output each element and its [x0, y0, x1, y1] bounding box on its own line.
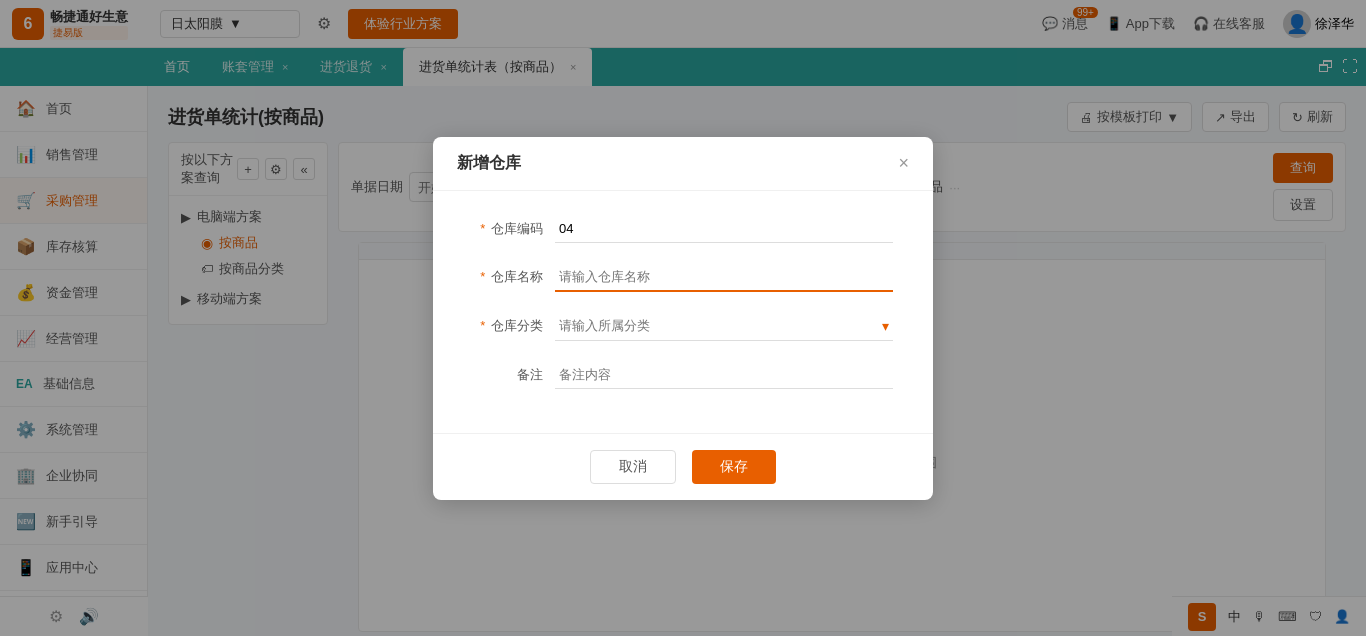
dialog-body: * 仓库编码 * 仓库名称 * 仓库分类	[433, 191, 933, 433]
form-row-name: * 仓库名称	[473, 263, 893, 292]
form-row-remark: 备注	[473, 361, 893, 389]
category-chevron-icon: ▾	[882, 318, 889, 334]
category-input[interactable]	[559, 318, 882, 333]
save-btn[interactable]: 保存	[692, 450, 776, 484]
add-warehouse-dialog: 新增仓库 × * 仓库编码 * 仓库名称	[433, 137, 933, 500]
remark-label: 备注	[473, 366, 543, 384]
name-input[interactable]	[555, 263, 893, 292]
form-row-category: * 仓库分类 ▾	[473, 312, 893, 341]
name-label: * 仓库名称	[473, 268, 543, 286]
category-select-row[interactable]: ▾	[555, 312, 893, 341]
dialog-header: 新增仓库 ×	[433, 137, 933, 191]
code-input[interactable]	[555, 215, 893, 243]
modal-overlay: 新增仓库 × * 仓库编码 * 仓库名称	[0, 0, 1366, 636]
dialog-close-btn[interactable]: ×	[898, 153, 909, 174]
remark-input[interactable]	[555, 361, 893, 389]
dialog-title: 新增仓库	[457, 153, 521, 174]
category-label: * 仓库分类	[473, 317, 543, 335]
cancel-btn[interactable]: 取消	[590, 450, 676, 484]
dialog-footer: 取消 保存	[433, 433, 933, 500]
form-row-code: * 仓库编码	[473, 215, 893, 243]
code-label: * 仓库编码	[473, 220, 543, 238]
